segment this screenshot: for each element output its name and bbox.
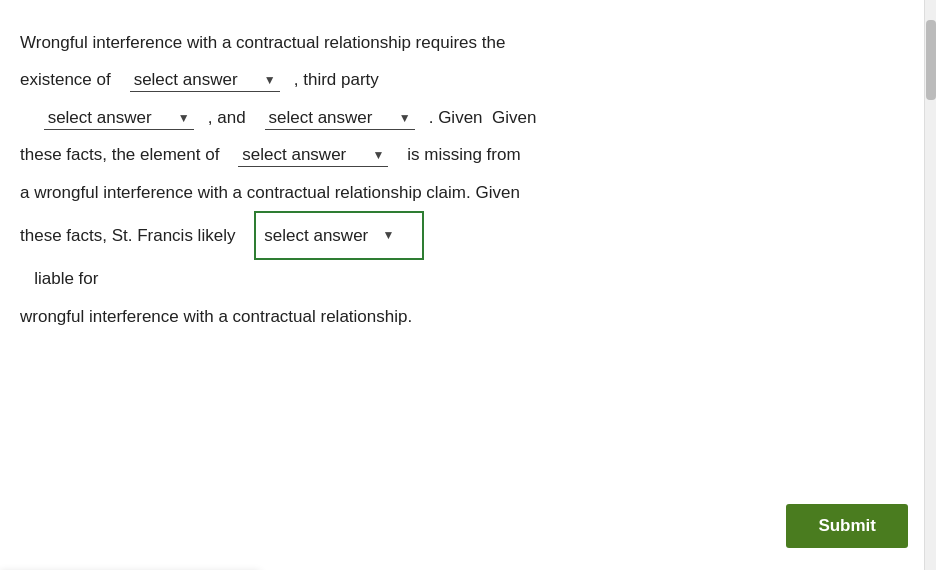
dropdown5-label: select answer bbox=[264, 217, 368, 254]
line1-suffix: , third party bbox=[294, 70, 379, 89]
scroll-thumb[interactable] bbox=[926, 20, 936, 100]
line4-text: a wrongful interference with a contractu… bbox=[20, 183, 520, 202]
line2-and: , and bbox=[208, 108, 246, 127]
paragraph-5: a wrongful interference with a contractu… bbox=[20, 174, 900, 211]
line1-prefix: existence of bbox=[20, 70, 111, 89]
paragraph-7: wrongful interference with a contractual… bbox=[20, 298, 900, 335]
dropdown3-select[interactable]: select answer a contract knowledge inten… bbox=[265, 106, 415, 130]
dropdown4-select[interactable]: select answer a contract knowledge inten… bbox=[238, 143, 388, 167]
dropdown3-wrapper[interactable]: select answer a contract knowledge inten… bbox=[265, 106, 415, 130]
paragraph-3: select answer a contract knowledge inten… bbox=[20, 99, 900, 136]
paragraph-2: existence of select answer a contract kn… bbox=[20, 61, 900, 98]
paragraph-4: these facts, the element of select answe… bbox=[20, 136, 900, 173]
dropdown5-box[interactable]: select answer ▼ bbox=[254, 211, 424, 260]
main-content: Wrongful interference with a contractual… bbox=[20, 24, 900, 335]
line3-suffix: is missing from bbox=[407, 145, 520, 164]
dropdown2-select[interactable]: select answer a contract knowledge inten… bbox=[44, 106, 194, 130]
dropdown1-select[interactable]: select answer a contract knowledge inten… bbox=[130, 68, 280, 92]
line3-prefix: these facts, the element of bbox=[20, 145, 219, 164]
scrollbar[interactable] bbox=[924, 0, 936, 570]
dropdown5-arrow-icon: ▼ bbox=[382, 222, 394, 248]
paragraph-1: Wrongful interference with a contractual… bbox=[20, 24, 900, 61]
line5-suffix: liable for bbox=[34, 269, 98, 288]
dropdown2-wrapper[interactable]: select answer a contract knowledge inten… bbox=[44, 106, 194, 130]
line6-text: wrongful interference with a contractual… bbox=[20, 307, 412, 326]
submit-button[interactable]: Submit bbox=[786, 504, 908, 548]
paragraph-6: these facts, St. Francis likely select a… bbox=[20, 211, 900, 260]
dropdown1-wrapper[interactable]: select answer a contract knowledge inten… bbox=[130, 68, 280, 92]
dropdown4-wrapper[interactable]: select answer a contract knowledge inten… bbox=[238, 143, 388, 167]
line2-suffix: . Given bbox=[429, 108, 483, 127]
intro-text: Wrongful interference with a contractual… bbox=[20, 33, 505, 52]
line5-prefix: these facts, St. Francis likely bbox=[20, 226, 235, 245]
dropdown5-wrapper[interactable]: select answer ▼ bbox=[254, 211, 424, 260]
